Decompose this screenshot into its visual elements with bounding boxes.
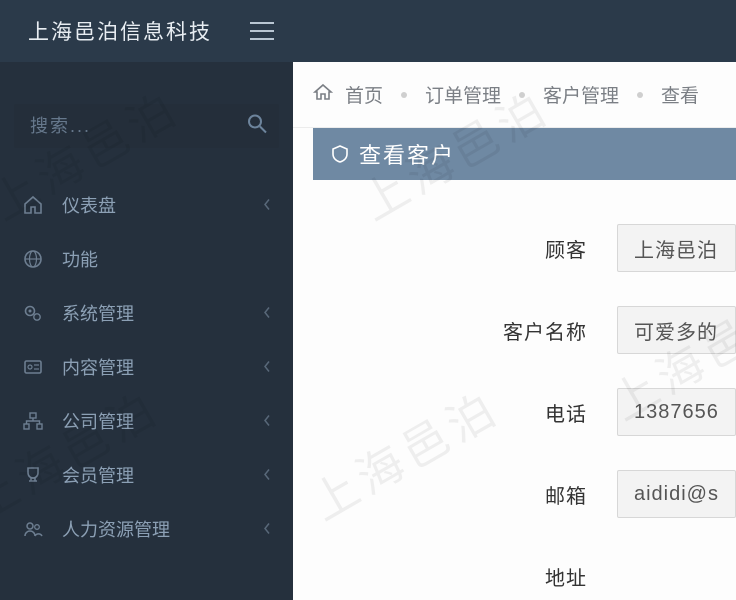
search-box (14, 104, 279, 148)
chevron-left-icon (263, 303, 271, 324)
sidebar-item-dashboard[interactable]: 仪表盘 (0, 178, 293, 232)
customer-form: 顾客 上海邑泊 客户名称 可爱多的 电话 1387656 邮箱 aididi@s… (313, 180, 736, 600)
form-row: 邮箱 aididi@s (313, 470, 736, 518)
sidebar-item-member[interactable]: 会员管理 (0, 448, 293, 502)
form-row: 顾客 上海邑泊 (313, 224, 736, 272)
sidebar-item-label: 内容管理 (62, 354, 134, 380)
field-value-name[interactable]: 可爱多的 (617, 306, 736, 354)
app-logo: 上海邑泊信息科技 (28, 16, 212, 46)
sidebar-item-company[interactable]: 公司管理 (0, 394, 293, 448)
search-icon[interactable] (247, 114, 267, 139)
breadcrumb-home[interactable]: 首页 (345, 81, 383, 108)
sidebar-item-label: 人力资源管理 (62, 516, 170, 542)
field-label-name: 客户名称 (313, 316, 617, 345)
form-row: 客户名称 可爱多的 (313, 306, 736, 354)
users-icon (22, 519, 44, 539)
panel-header: 查看客户 (313, 128, 736, 180)
breadcrumb-separator (401, 92, 407, 98)
sidebar-item-hr[interactable]: 人力资源管理 (0, 502, 293, 556)
field-label-phone: 电话 (313, 398, 617, 427)
sidebar-item-label: 会员管理 (62, 462, 134, 488)
sidebar-item-features[interactable]: 功能 (0, 232, 293, 286)
field-label-address: 地址 (313, 562, 617, 591)
hamburger-icon (250, 22, 274, 40)
sitemap-icon (22, 411, 44, 431)
chevron-left-icon (263, 195, 271, 216)
breadcrumb-separator (637, 92, 643, 98)
home-icon (313, 82, 333, 108)
field-label-customer: 顾客 (313, 234, 617, 263)
field-value-email[interactable]: aididi@s (617, 470, 736, 518)
field-value-phone[interactable]: 1387656 (617, 388, 736, 436)
breadcrumb: 首页 订单管理 客户管理 查看 (293, 62, 736, 128)
panel-title: 查看客户 (359, 138, 455, 170)
field-label-email: 邮箱 (313, 480, 617, 509)
chevron-left-icon (263, 465, 271, 486)
search-input[interactable] (14, 104, 279, 148)
sidebar-item-label: 功能 (62, 246, 98, 272)
breadcrumb-separator (519, 92, 525, 98)
sidebar-item-system[interactable]: 系统管理 (0, 286, 293, 340)
sidebar-item-label: 仪表盘 (62, 192, 116, 218)
field-value-customer[interactable]: 上海邑泊 (617, 224, 736, 272)
shield-icon (331, 145, 349, 163)
breadcrumb-view[interactable]: 查看 (661, 81, 699, 108)
breadcrumb-customers[interactable]: 客户管理 (543, 81, 619, 108)
id-card-icon (22, 357, 44, 377)
chevron-left-icon (263, 411, 271, 432)
sidebar-item-content[interactable]: 内容管理 (0, 340, 293, 394)
app-header: 上海邑泊信息科技 (0, 0, 736, 62)
sidebar: 仪表盘 功能 系统管理 内容管理 (0, 62, 293, 600)
sidebar-item-label: 系统管理 (62, 300, 134, 326)
form-row: 地址 (313, 552, 736, 600)
globe-icon (22, 249, 44, 269)
gears-icon (22, 303, 44, 323)
menu-toggle-button[interactable] (250, 22, 274, 40)
chevron-left-icon (263, 357, 271, 378)
main-content: 首页 订单管理 客户管理 查看 查看客户 顾客 上海邑泊 客户名称 可爱多的 电… (293, 62, 736, 600)
sidebar-item-label: 公司管理 (62, 408, 134, 434)
chevron-left-icon (263, 519, 271, 540)
breadcrumb-orders[interactable]: 订单管理 (425, 81, 501, 108)
trophy-icon (22, 465, 44, 485)
form-row: 电话 1387656 (313, 388, 736, 436)
home-icon (22, 195, 44, 215)
